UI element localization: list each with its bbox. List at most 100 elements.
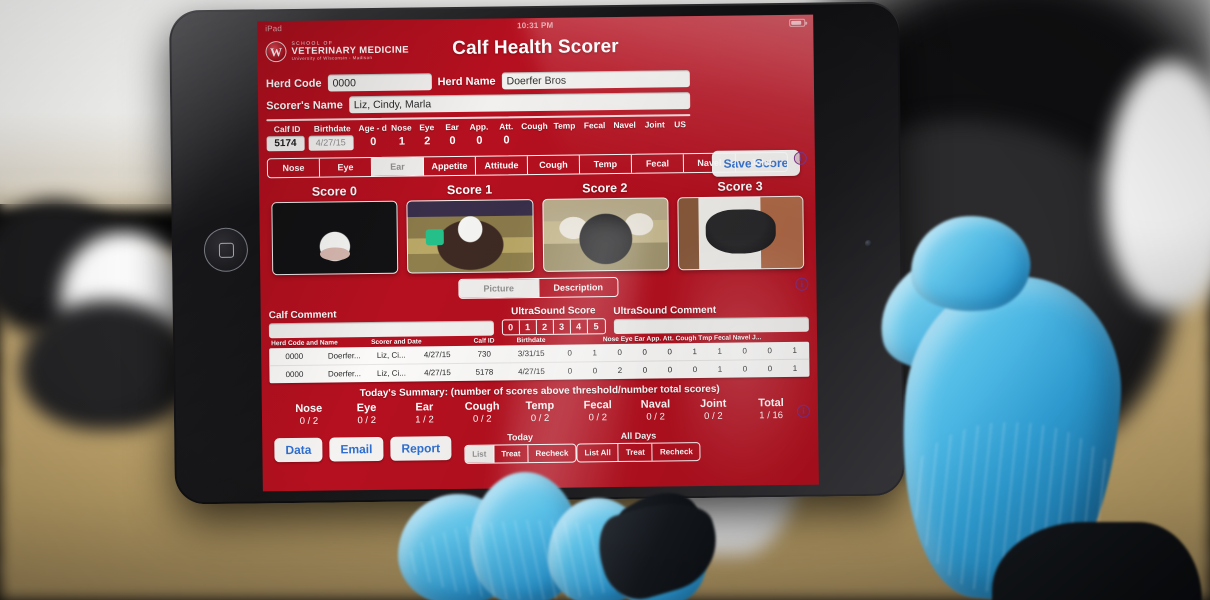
scorer-name-input[interactable]: Liz, Cindy, Marla xyxy=(348,92,691,114)
tab-eye[interactable]: Eye xyxy=(319,157,373,177)
tab-attitude[interactable]: Attitude xyxy=(475,155,529,175)
ultrasound-comment-input[interactable] xyxy=(613,316,809,334)
tab-temp[interactable]: Temp xyxy=(579,154,633,173)
birthdate-input[interactable]: 4/27/15 xyxy=(308,134,354,151)
info-icon[interactable]: i xyxy=(793,151,807,165)
all-days-group: All Days List All Treat Recheck xyxy=(576,430,701,463)
cell-herd-name: Doerfer... xyxy=(327,368,361,379)
summary-value-joint: 0 / 2 xyxy=(704,410,723,422)
score-card-1[interactable]: Score 1 xyxy=(406,182,534,274)
all-days-list-all-button[interactable]: List All xyxy=(577,443,619,462)
cell-score: 1 xyxy=(592,347,597,357)
cell-score: 0 xyxy=(742,363,748,373)
tab-cough[interactable]: Cough xyxy=(527,154,581,174)
report-button[interactable]: Report xyxy=(390,436,452,461)
email-button[interactable]: Email xyxy=(329,436,384,462)
summary-header-temp: Temp xyxy=(525,399,555,412)
tab-nose[interactable]: Nose xyxy=(267,158,321,177)
bottom-toolbar: Data Email Report Today List Treat Reche… xyxy=(262,428,818,466)
score-card-title: Score 0 xyxy=(311,183,358,199)
tab-appetite[interactable]: Appetite xyxy=(423,156,477,175)
us-option-5[interactable]: 5 xyxy=(587,319,604,333)
summary-value-fecal: 0 / 2 xyxy=(588,411,608,423)
cell-birthdate: 3/31/15 xyxy=(517,348,545,358)
info-icon[interactable]: i xyxy=(795,277,809,291)
us-option-1[interactable]: 1 xyxy=(519,319,537,334)
all-days-recheck-button[interactable]: Recheck xyxy=(653,443,700,461)
cell-herd-code: 0000 xyxy=(285,351,304,361)
score-card-2[interactable]: Score 2 xyxy=(541,180,669,272)
summary-value-total: 1 / 16 xyxy=(759,409,784,421)
cell-herd-name: Doerfer... xyxy=(327,350,361,361)
summary-header-cough: Cough xyxy=(464,399,500,413)
cell-score: 0 xyxy=(617,347,622,357)
att-value: 0 xyxy=(503,134,510,147)
gloved-hand-right xyxy=(866,208,1202,600)
summary-header-fecal: Fecal xyxy=(583,398,612,411)
calf-comment-label: Calf Comment xyxy=(268,308,337,321)
home-button[interactable] xyxy=(203,227,249,273)
all-days-treat-button[interactable]: Treat xyxy=(618,443,654,461)
eye-value: 2 xyxy=(424,135,431,148)
cell-score: 1 xyxy=(692,346,697,356)
history-rows[interactable]: 0000 Doerfer... Liz, Ci... 4/27/15 730 3… xyxy=(269,341,810,383)
ear-value: 0 xyxy=(449,134,456,148)
header-nose: Nose xyxy=(391,122,412,133)
status-icons xyxy=(789,18,806,27)
nose-value: 1 xyxy=(398,135,405,148)
score-cards: Score 0 Score 1 Score 2 Score 3 xyxy=(259,178,816,275)
summary-header-eye: Eye xyxy=(356,401,377,414)
cell-score: 0 xyxy=(642,347,647,357)
data-button[interactable]: Data xyxy=(274,437,323,463)
battery-icon xyxy=(789,18,806,27)
tab-joint[interactable]: Joint xyxy=(736,152,787,171)
score-card-0[interactable]: Score 0 xyxy=(271,183,399,275)
header-birthdate: Birthdate xyxy=(313,122,351,134)
us-option-4[interactable]: 4 xyxy=(570,318,588,334)
herd-name-input[interactable]: Doerfer Bros xyxy=(501,70,690,90)
picture-description-row: Picture Description i xyxy=(260,274,816,301)
toggle-picture[interactable]: Picture xyxy=(459,278,539,298)
calf-photo-icon[interactable] xyxy=(271,200,399,275)
ultrasound-score-segmented: 0 1 2 3 4 5 xyxy=(501,317,606,335)
cell-scorer: Liz, Ci... xyxy=(376,368,406,378)
toggle-description[interactable]: Description xyxy=(537,277,618,297)
cell-date: 4/27/15 xyxy=(424,367,451,377)
herd-row: Herd Code 0000 Herd Name Doerfer Bros xyxy=(258,70,698,92)
us-option-3[interactable]: 3 xyxy=(553,319,571,334)
history-table: Herd Code and Name Scorer and Date Calf … xyxy=(269,333,810,383)
header-app: App. xyxy=(469,121,489,132)
summary-header-joint: Joint xyxy=(699,397,727,410)
calf-comment-input[interactable] xyxy=(268,320,494,338)
all-days-label: All Days xyxy=(620,430,657,441)
calf-photo-icon[interactable] xyxy=(406,198,534,274)
score-card-3[interactable]: Score 3 xyxy=(677,178,805,270)
calf-id-input[interactable]: 5174 xyxy=(266,135,305,151)
cell-date: 4/27/15 xyxy=(423,349,451,359)
app-value: 0 xyxy=(476,134,483,147)
cell-score: 0 xyxy=(592,365,598,375)
cell-score: 0 xyxy=(642,365,648,375)
today-recheck-button[interactable]: Recheck xyxy=(528,444,575,462)
today-treat-button[interactable]: Treat xyxy=(494,444,529,463)
score-card-title: Score 3 xyxy=(717,178,763,194)
herd-code-input[interactable]: 0000 xyxy=(327,73,432,92)
today-segmented-control: List Treat Recheck xyxy=(464,443,577,464)
summary-header-nose: Nose xyxy=(295,402,323,415)
age-value: 0 xyxy=(370,135,377,149)
cell-score: 1 xyxy=(792,363,798,373)
us-option-2[interactable]: 2 xyxy=(536,319,554,334)
calf-photo-icon[interactable] xyxy=(677,195,805,270)
tab-navel[interactable]: Navel xyxy=(683,153,737,172)
us-option-0[interactable]: 0 xyxy=(502,319,520,334)
cell-herd-code: 0000 xyxy=(285,369,304,379)
cell-score: 1 xyxy=(717,364,723,374)
score-card-title: Score 2 xyxy=(582,180,628,195)
calf-photo-icon[interactable] xyxy=(541,196,669,272)
header-history-birthdate: Birthdate xyxy=(516,336,546,344)
header-joint: Joint xyxy=(644,118,665,130)
header-herd-code-name: Herd Code and Name xyxy=(271,338,338,347)
tab-ear[interactable]: Ear xyxy=(371,156,425,176)
today-list-button[interactable]: List xyxy=(465,445,495,463)
tab-fecal[interactable]: Fecal xyxy=(631,153,685,173)
